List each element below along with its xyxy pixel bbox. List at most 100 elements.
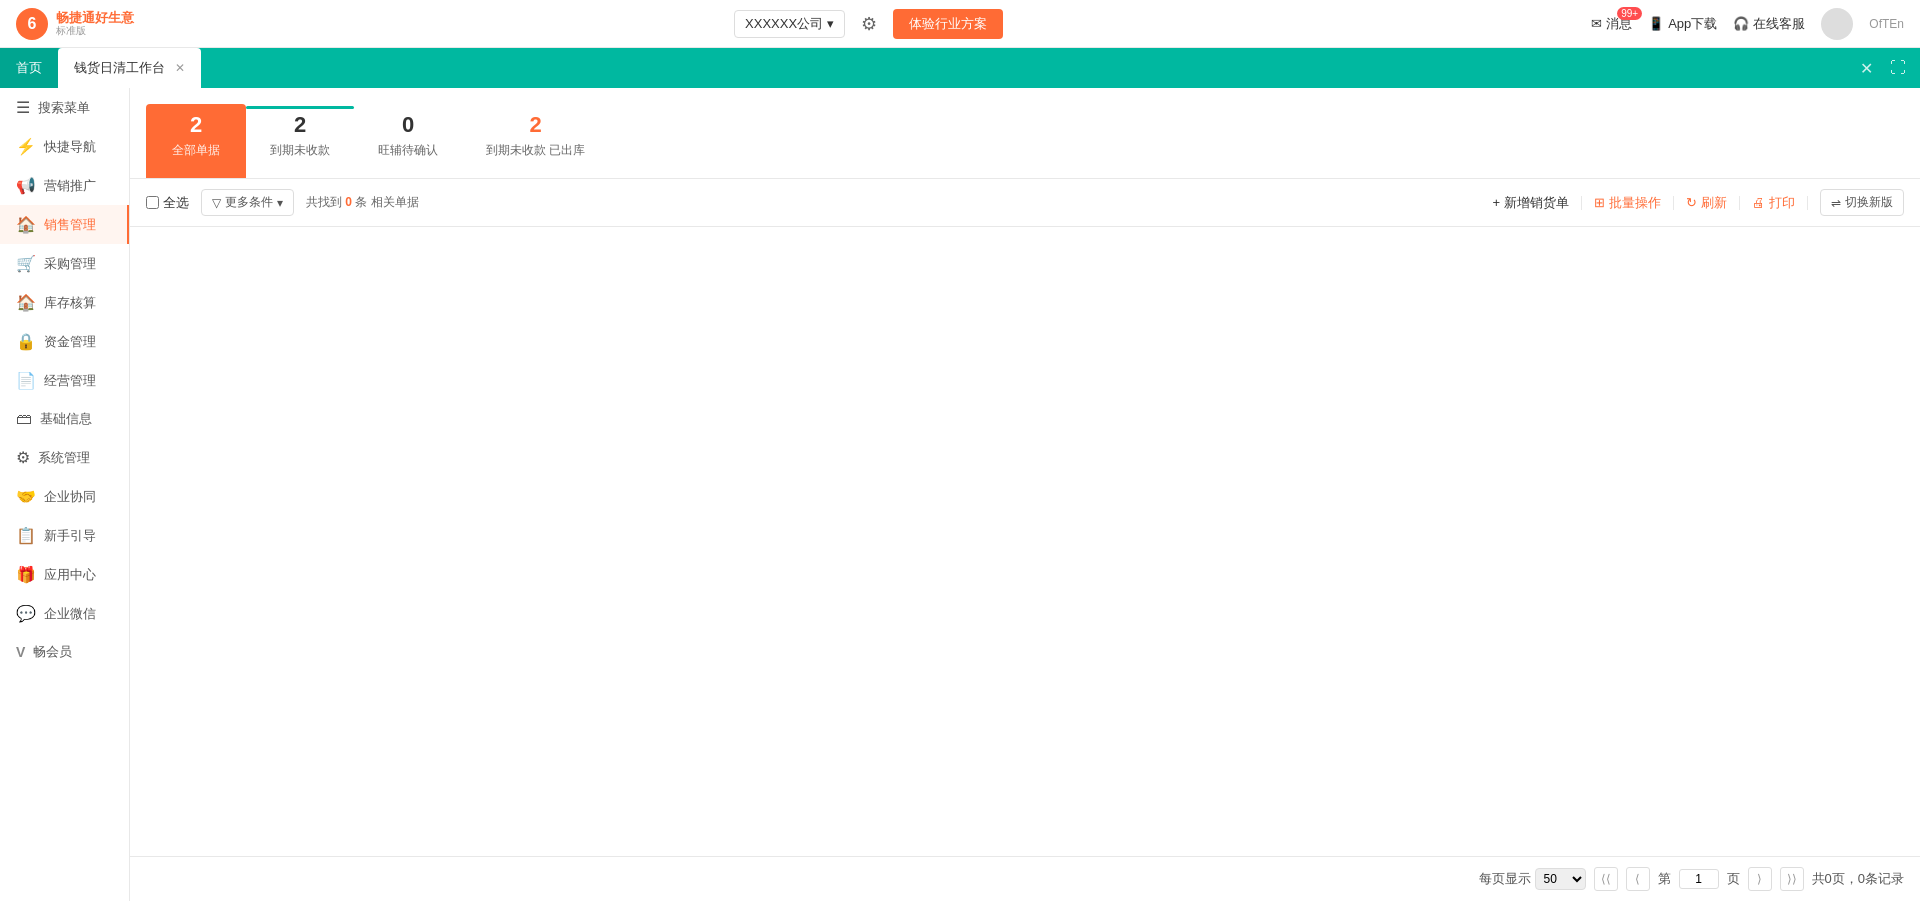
stat-tab-all[interactable]: 2 全部单据 bbox=[146, 104, 246, 178]
sidebar-item-basic-info[interactable]: 🗃 基础信息 bbox=[0, 400, 129, 438]
print-label: 打印 bbox=[1769, 194, 1795, 212]
purchase-label: 采购管理 bbox=[44, 255, 96, 273]
quick-nav-icon: ⚡ bbox=[16, 137, 36, 156]
nav-tab-controls: ✕ ⛶ bbox=[1852, 54, 1920, 82]
add-icon: + bbox=[1492, 195, 1500, 210]
search-menu-icon: ☰ bbox=[16, 98, 30, 117]
app-center-icon: 🎁 bbox=[16, 565, 36, 584]
basic-info-icon: 🗃 bbox=[16, 410, 32, 428]
sidebar-item-fund[interactable]: 🔒 资金管理 bbox=[0, 322, 129, 361]
batch-icon: ⊞ bbox=[1594, 195, 1605, 210]
sys-mgmt-label: 系统管理 bbox=[38, 449, 90, 467]
settings-button[interactable]: ⚙ bbox=[853, 8, 885, 40]
sidebar-item-quick-nav[interactable]: ⚡ 快捷导航 bbox=[0, 127, 129, 166]
stat-tab-unshipped[interactable]: 2 到期未收款 已出库 bbox=[462, 104, 609, 178]
sales-icon: 🏠 bbox=[16, 215, 36, 234]
dropdown-arrow-icon: ▾ bbox=[827, 16, 834, 31]
sidebar-item-purchase[interactable]: 🛒 采购管理 bbox=[0, 244, 129, 283]
inventory-label: 库存核算 bbox=[44, 294, 96, 312]
main-layout: ☰ 搜索菜单 ⚡ 快捷导航 📢 营销推广 🏠 销售管理 🛒 采购管理 🏠 库存核… bbox=[0, 88, 1920, 901]
sidebar-item-sales[interactable]: 🏠 销售管理 bbox=[0, 205, 129, 244]
tab-active[interactable]: 钱货日清工作台 ✕ bbox=[58, 48, 201, 88]
stat-tab-overdue[interactable]: 2 到期未收款 bbox=[246, 104, 354, 178]
online-service-label: 在线客服 bbox=[1753, 15, 1805, 33]
company-name: XXXXXX公司 bbox=[745, 15, 823, 33]
page-size-select-input[interactable]: 50 10 20 100 bbox=[1535, 868, 1586, 890]
batch-op-button[interactable]: ⊞ 批量操作 bbox=[1594, 194, 1661, 212]
stat-overdue-number: 2 bbox=[270, 112, 330, 138]
marketing-label: 营销推广 bbox=[44, 177, 96, 195]
checkbox-input[interactable] bbox=[146, 196, 159, 209]
newbie-icon: 📋 bbox=[16, 526, 36, 545]
switch-version-button[interactable]: ⇌ 切换新版 bbox=[1820, 189, 1904, 216]
message-button[interactable]: ✉ 消息 99+ bbox=[1591, 15, 1632, 33]
company-selector[interactable]: XXXXXX公司 ▾ bbox=[734, 10, 845, 38]
page-first-button[interactable]: ⟨⟨ bbox=[1594, 867, 1618, 891]
online-service-button[interactable]: 🎧 在线客服 bbox=[1733, 15, 1805, 33]
avatar[interactable] bbox=[1821, 8, 1853, 40]
stat-unshipped-label: 到期未收款 已出库 bbox=[486, 142, 585, 159]
header-center: XXXXXX公司 ▾ ⚙ 体验行业方案 bbox=[734, 8, 1003, 40]
refresh-button[interactable]: ↻ 刷新 bbox=[1686, 194, 1727, 212]
corp-weixin-label: 企业微信 bbox=[44, 605, 96, 623]
sidebar-item-corp-weixin[interactable]: 💬 企业微信 bbox=[0, 594, 129, 633]
stat-all-number: 2 bbox=[170, 112, 222, 138]
divider2 bbox=[1673, 196, 1674, 210]
page-number-input[interactable] bbox=[1679, 869, 1719, 889]
logo-icon: 6 bbox=[16, 8, 48, 40]
top-header: 6 畅捷通好生意 标准版 XXXXXX公司 ▾ ⚙ 体验行业方案 ✉ 消息 99… bbox=[0, 0, 1920, 48]
found-text: 共找到 0 条 相关单据 bbox=[306, 194, 419, 211]
divider4 bbox=[1807, 196, 1808, 210]
inventory-icon: 🏠 bbox=[16, 293, 36, 312]
sidebar-item-marketing[interactable]: 📢 营销推广 bbox=[0, 166, 129, 205]
sidebar-item-newbie[interactable]: 📋 新手引导 bbox=[0, 516, 129, 555]
divider3 bbox=[1739, 196, 1740, 210]
sidebar-item-app-center[interactable]: 🎁 应用中心 bbox=[0, 555, 129, 594]
stat-unshipped-number: 2 bbox=[486, 112, 585, 138]
refresh-label: 刷新 bbox=[1701, 194, 1727, 212]
tab-close-window-icon[interactable]: ✕ bbox=[1852, 54, 1880, 82]
select-all-checkbox[interactable]: 全选 bbox=[146, 194, 189, 212]
tab-close-icon[interactable]: ✕ bbox=[175, 61, 185, 75]
search-menu-label: 搜索菜单 bbox=[38, 99, 90, 117]
add-order-button[interactable]: + 新增销货单 bbox=[1492, 194, 1569, 212]
fund-label: 资金管理 bbox=[44, 333, 96, 351]
sidebar-item-sys-mgmt[interactable]: ⚙ 系统管理 bbox=[0, 438, 129, 477]
sidebar-item-search-menu[interactable]: ☰ 搜索菜单 bbox=[0, 88, 129, 127]
divider1 bbox=[1581, 196, 1582, 210]
vip-label: 畅会员 bbox=[33, 643, 72, 661]
sidebar-item-corp-collab[interactable]: 🤝 企业协同 bbox=[0, 477, 129, 516]
filter-dropdown-icon: ▾ bbox=[277, 196, 283, 210]
page-size-label: 每页显示 bbox=[1479, 870, 1531, 888]
app-download-button[interactable]: 📱 App下载 bbox=[1648, 15, 1717, 33]
ops-icon: 📄 bbox=[16, 371, 36, 390]
print-icon: 🖨 bbox=[1752, 195, 1765, 210]
stat-overdue-label: 到期未收款 bbox=[270, 142, 330, 159]
experience-button[interactable]: 体验行业方案 bbox=[893, 9, 1003, 39]
toolbar: 全选 ▽ 更多条件 ▾ 共找到 0 条 相关单据 + 新增销货单 bbox=[130, 179, 1920, 227]
page-next-button[interactable]: ⟩ bbox=[1748, 867, 1772, 891]
tab-home[interactable]: 首页 bbox=[0, 48, 58, 88]
select-all-label: 全选 bbox=[163, 194, 189, 212]
page-prev-button[interactable]: ⟨ bbox=[1626, 867, 1650, 891]
print-button[interactable]: 🖨 打印 bbox=[1752, 194, 1795, 212]
logo-text: 畅捷通好生意 标准版 bbox=[56, 10, 134, 38]
tab-maximize-icon[interactable]: ⛶ bbox=[1884, 54, 1912, 82]
sidebar-item-inventory[interactable]: 🏠 库存核算 bbox=[0, 283, 129, 322]
table-area bbox=[130, 227, 1920, 856]
page-last-button[interactable]: ⟩⟩ bbox=[1780, 867, 1804, 891]
stat-tab-pending[interactable]: 0 旺辅待确认 bbox=[354, 104, 462, 178]
sidebar: ☰ 搜索菜单 ⚡ 快捷导航 📢 营销推广 🏠 销售管理 🛒 采购管理 🏠 库存核… bbox=[0, 88, 130, 901]
filter-button[interactable]: ▽ 更多条件 ▾ bbox=[201, 189, 294, 216]
sidebar-item-ops[interactable]: 📄 经营管理 bbox=[0, 361, 129, 400]
stat-pending-label: 旺辅待确认 bbox=[378, 142, 438, 159]
sidebar-item-vip[interactable]: V 畅会员 bbox=[0, 633, 129, 671]
vip-icon: V bbox=[16, 644, 25, 660]
filter-icon: ▽ bbox=[212, 196, 221, 210]
found-suffix: 条 相关单据 bbox=[355, 195, 418, 209]
pagination: 每页显示 50 10 20 100 ⟨⟨ ⟨ 第 页 ⟩ ⟩⟩ 共0页，0条记录 bbox=[130, 856, 1920, 901]
basic-info-label: 基础信息 bbox=[40, 410, 92, 428]
total-text: 共0页，0条记录 bbox=[1812, 870, 1904, 888]
app-download-label: App下载 bbox=[1668, 15, 1717, 33]
ops-label: 经营管理 bbox=[44, 372, 96, 390]
